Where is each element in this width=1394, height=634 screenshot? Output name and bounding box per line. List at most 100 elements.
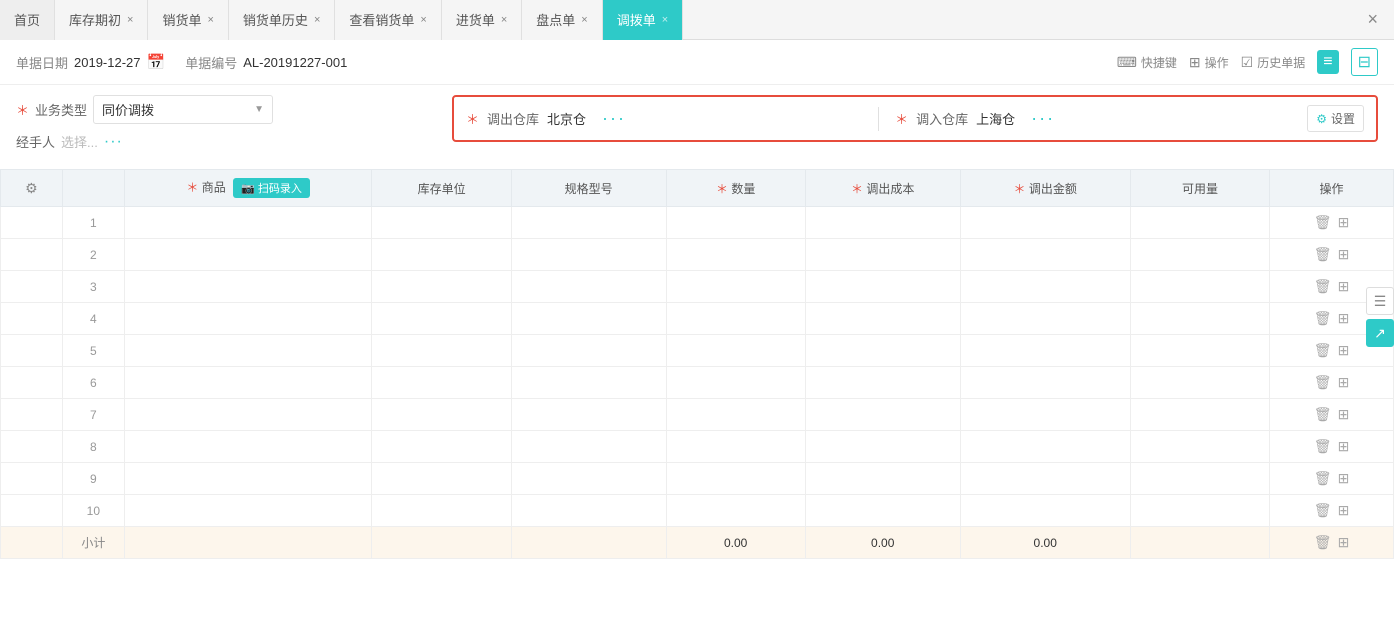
ops-btn[interactable]: ⊞ 操作 <box>1189 54 1229 71</box>
row-qty-cell[interactable] <box>666 367 805 399</box>
row-copy-icon[interactable]: ⊞ <box>1338 342 1350 359</box>
row-product-cell[interactable] <box>124 495 372 527</box>
in-warehouse-value[interactable]: 上海仓 <box>976 109 1015 128</box>
row-qty-cell[interactable] <box>666 335 805 367</box>
row-gear-cell <box>1 239 63 271</box>
tab-stock-init[interactable]: 库存期初 × <box>55 0 148 40</box>
col-header-gear[interactable]: ⚙ <box>1 170 63 207</box>
tab-home[interactable]: 首页 <box>0 0 55 40</box>
row-delete-icon[interactable]: 🗑 <box>1314 502 1332 519</box>
row-num-cell: 2 <box>62 239 124 271</box>
row-qty-cell[interactable] <box>666 271 805 303</box>
row-cost-cell[interactable] <box>805 431 960 463</box>
calendar-icon[interactable]: 📅 <box>147 53 166 71</box>
biz-type-selector[interactable]: 同价调拨 ▼ <box>93 95 273 124</box>
row-cost-cell[interactable] <box>805 399 960 431</box>
row-cost-cell[interactable] <box>805 463 960 495</box>
row-cost-cell[interactable] <box>805 303 960 335</box>
date-value[interactable]: 2019-12-27 <box>74 55 141 70</box>
settings-button[interactable]: ⚙ 设置 <box>1307 105 1364 132</box>
list-view-button[interactable]: ≡ <box>1317 50 1338 74</box>
tab-transfer-close[interactable]: × <box>662 14 668 26</box>
tab-stock-init-close[interactable]: × <box>127 14 133 26</box>
tab-view-sales-close[interactable]: × <box>420 14 426 26</box>
row-product-cell[interactable] <box>124 463 372 495</box>
row-delete-icon[interactable]: 🗑 <box>1314 534 1332 551</box>
row-num-cell: 6 <box>62 367 124 399</box>
row-qty-cell[interactable] <box>666 463 805 495</box>
row-copy-icon[interactable]: ⊞ <box>1338 438 1350 455</box>
row-qty-cell[interactable] <box>666 303 805 335</box>
row-copy-icon[interactable]: ⊞ <box>1338 278 1350 295</box>
row-product-cell[interactable] <box>124 335 372 367</box>
global-close-button[interactable]: × <box>1351 9 1394 30</box>
row-product-cell[interactable] <box>124 367 372 399</box>
row-cost-cell[interactable] <box>805 271 960 303</box>
row-product-cell[interactable] <box>124 271 372 303</box>
row-delete-icon[interactable]: 🗑 <box>1314 214 1332 231</box>
row-num-cell: 7 <box>62 399 124 431</box>
row-copy-icon[interactable]: ⊞ <box>1338 374 1350 391</box>
row-copy-icon[interactable]: ⊞ <box>1338 246 1350 263</box>
tab-transfer[interactable]: 调拨单 × <box>603 0 683 40</box>
tab-inventory[interactable]: 盘点单 × <box>522 0 602 40</box>
row-copy-icon[interactable]: ⊞ <box>1338 310 1350 327</box>
shortcuts-btn[interactable]: ⌨ 快捷键 <box>1117 54 1177 71</box>
row-delete-icon[interactable]: 🗑 <box>1314 246 1332 263</box>
row-delete-icon[interactable]: 🗑 <box>1314 374 1332 391</box>
row-copy-icon[interactable]: ⊞ <box>1338 502 1350 519</box>
person-placeholder[interactable]: 选择... <box>61 132 98 151</box>
row-qty-cell[interactable] <box>666 495 805 527</box>
out-warehouse-more-icon[interactable]: ··· <box>602 108 626 129</box>
row-cost-cell[interactable] <box>805 207 960 239</box>
history-label: 历史单据 <box>1257 54 1305 71</box>
biz-type-value: 同价调拨 <box>102 100 250 119</box>
row-copy-icon[interactable]: ⊞ <box>1338 406 1350 423</box>
row-cost-cell[interactable] <box>805 495 960 527</box>
tab-view-sales[interactable]: 查看销货单 × <box>335 0 441 40</box>
row-product-cell[interactable] <box>124 303 372 335</box>
history-btn[interactable]: ☑ 历史单据 <box>1241 54 1306 71</box>
tab-purchase-close[interactable]: × <box>501 14 507 26</box>
tab-sales-history[interactable]: 销货单历史 × <box>229 0 335 40</box>
person-more-icon[interactable]: ··· <box>104 133 123 151</box>
tab-inventory-close[interactable]: × <box>581 14 587 26</box>
grid-view-button[interactable]: ⊟ <box>1351 48 1378 76</box>
out-warehouse-value[interactable]: 北京仓 <box>547 109 586 128</box>
row-copy-icon[interactable]: ⊞ <box>1338 534 1350 551</box>
side-list-button[interactable]: ☰ <box>1366 287 1394 315</box>
row-amount-cell <box>960 271 1130 303</box>
row-cost-cell[interactable] <box>805 367 960 399</box>
tab-sales-history-close[interactable]: × <box>314 14 320 26</box>
scan-button[interactable]: 📷 扫码录入 <box>233 178 310 198</box>
row-qty-cell[interactable] <box>666 207 805 239</box>
row-avail-cell <box>1130 271 1269 303</box>
row-delete-icon[interactable]: 🗑 <box>1314 310 1332 327</box>
tab-sales-order[interactable]: 销货单 × <box>148 0 228 40</box>
row-cost-cell[interactable] <box>805 335 960 367</box>
tab-sales-order-close[interactable]: × <box>207 14 213 26</box>
row-product-cell[interactable] <box>124 399 372 431</box>
row-qty-cell[interactable] <box>666 239 805 271</box>
row-delete-icon[interactable]: 🗑 <box>1314 342 1332 359</box>
row-cost-cell[interactable] <box>805 239 960 271</box>
row-delete-icon[interactable]: 🗑 <box>1314 438 1332 455</box>
row-spec-cell <box>511 271 666 303</box>
row-copy-icon[interactable]: ⊞ <box>1338 470 1350 487</box>
row-product-cell[interactable] <box>124 431 372 463</box>
tab-purchase[interactable]: 进货单 × <box>442 0 522 40</box>
row-product-cell[interactable] <box>124 207 372 239</box>
row-delete-icon[interactable]: 🗑 <box>1314 406 1332 423</box>
row-qty-cell[interactable] <box>666 431 805 463</box>
side-export-button[interactable]: ↗ <box>1366 319 1394 347</box>
col-header-product: ＊ 商品 📷 扫码录入 <box>124 170 372 207</box>
row-qty-cell[interactable] <box>666 399 805 431</box>
row-delete-icon[interactable]: 🗑 <box>1314 278 1332 295</box>
row-copy-icon[interactable]: ⊞ <box>1338 214 1350 231</box>
row-delete-icon[interactable]: 🗑 <box>1314 470 1332 487</box>
row-product-cell[interactable] <box>124 239 372 271</box>
row-unit-cell <box>372 271 511 303</box>
row-amount-cell <box>960 335 1130 367</box>
col-gear-icon[interactable]: ⚙ <box>25 180 38 196</box>
in-warehouse-more-icon[interactable]: ··· <box>1031 108 1055 129</box>
